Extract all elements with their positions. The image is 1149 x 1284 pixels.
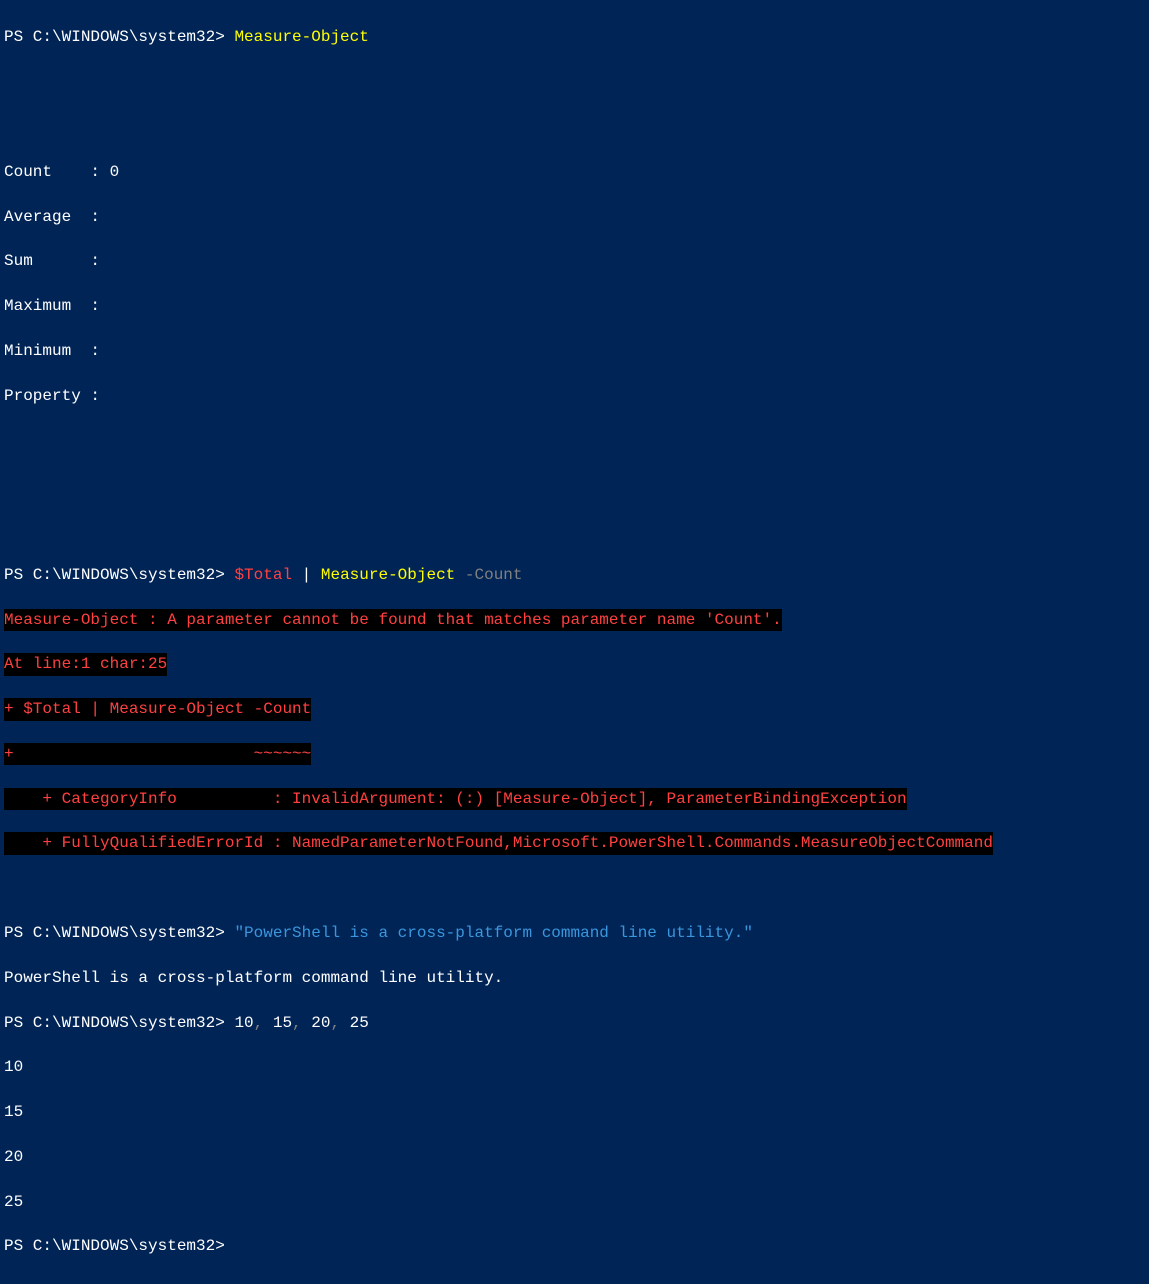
command-line-cursor[interactable]: PS C:\WINDOWS\system32> <box>4 1235 1145 1257</box>
error-text: + CategoryInfo : InvalidArgument: (:) [M… <box>4 788 907 810</box>
output-line: 15 <box>4 1101 1145 1123</box>
output-row: Property : <box>4 385 1145 407</box>
error-line: Measure-Object : A parameter cannot be f… <box>4 609 1145 631</box>
prompt: PS C:\WINDOWS\system32> <box>4 566 234 584</box>
blank-line <box>4 429 1145 451</box>
command-line-4: PS C:\WINDOWS\system32> 10, 15, 20, 25 <box>4 1012 1145 1034</box>
output-line: 25 <box>4 1191 1145 1213</box>
blank-line <box>4 474 1145 496</box>
prompt: PS C:\WINDOWS\system32> <box>4 1014 234 1032</box>
comma: , <box>254 1014 273 1032</box>
error-line: + FullyQualifiedErrorId : NamedParameter… <box>4 832 1145 854</box>
pipe: | <box>292 566 321 584</box>
error-text: + $Total | Measure-Object -Count <box>4 698 311 720</box>
blank-line <box>4 519 1145 541</box>
blank-line <box>4 116 1145 138</box>
output-row: Average : <box>4 206 1145 228</box>
error-line: At line:1 char:25 <box>4 653 1145 675</box>
blank-line <box>4 71 1145 93</box>
output-line: 20 <box>4 1146 1145 1168</box>
parameter: -Count <box>455 566 522 584</box>
error-line: + CategoryInfo : InvalidArgument: (:) [M… <box>4 788 1145 810</box>
powershell-terminal[interactable]: PS C:\WINDOWS\system32> Measure-Object C… <box>0 0 1149 1284</box>
error-text: + FullyQualifiedErrorId : NamedParameter… <box>4 832 993 854</box>
number: 15 <box>273 1014 292 1032</box>
output-line: 10 <box>4 1056 1145 1078</box>
number: 25 <box>350 1014 369 1032</box>
number: 20 <box>311 1014 330 1032</box>
prompt: PS C:\WINDOWS\system32> <box>4 28 234 46</box>
output-row: Minimum : <box>4 340 1145 362</box>
string-literal: "PowerShell is a cross-platform command … <box>234 924 752 942</box>
error-text: Measure-Object : A parameter cannot be f… <box>4 609 782 631</box>
number: 10 <box>234 1014 253 1032</box>
comma: , <box>292 1014 311 1032</box>
command-line-1: PS C:\WINDOWS\system32> Measure-Object <box>4 26 1145 48</box>
error-line: + ~~~~~~ <box>4 743 1145 765</box>
error-text: + ~~~~~~ <box>4 743 311 765</box>
variable: $Total <box>234 566 292 584</box>
command-line-2: PS C:\WINDOWS\system32> $Total | Measure… <box>4 564 1145 586</box>
blank-line <box>4 877 1145 899</box>
comma: , <box>330 1014 349 1032</box>
cmdlet: Measure-Object <box>234 28 368 46</box>
error-line: + $Total | Measure-Object -Count <box>4 698 1145 720</box>
command-line-3: PS C:\WINDOWS\system32> "PowerShell is a… <box>4 922 1145 944</box>
error-text: At line:1 char:25 <box>4 653 167 675</box>
output-row: Count : 0 <box>4 161 1145 183</box>
cmdlet: Measure-Object <box>321 566 455 584</box>
prompt: PS C:\WINDOWS\system32> <box>4 1237 234 1255</box>
output-line: PowerShell is a cross-platform command l… <box>4 967 1145 989</box>
output-row: Maximum : <box>4 295 1145 317</box>
prompt: PS C:\WINDOWS\system32> <box>4 924 234 942</box>
output-row: Sum : <box>4 250 1145 272</box>
